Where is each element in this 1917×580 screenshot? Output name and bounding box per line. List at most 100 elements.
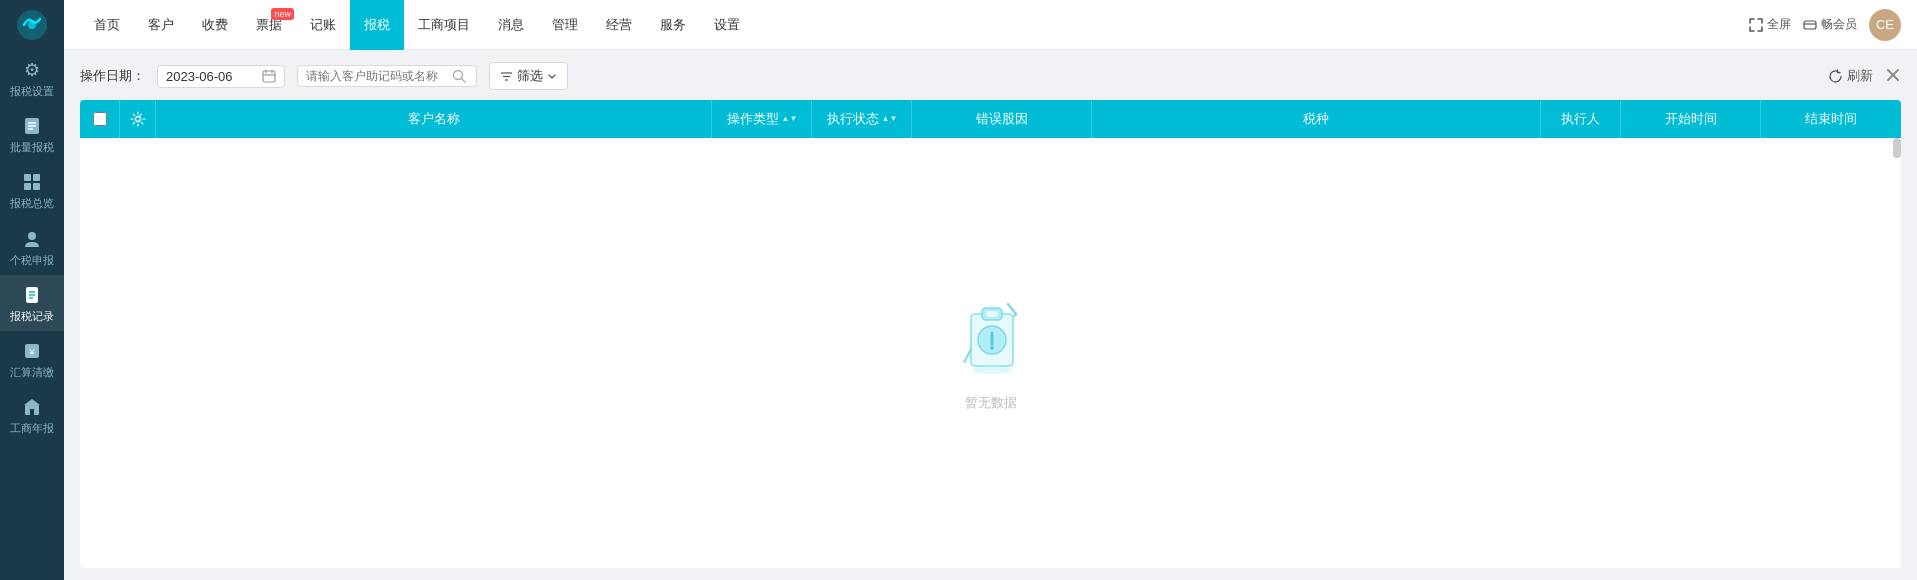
- empty-state: 暂无数据: [926, 274, 1056, 432]
- svg-rect-8: [24, 183, 31, 190]
- svg-point-41: [990, 346, 994, 350]
- search-box[interactable]: [297, 65, 477, 87]
- sidebar-item-gssb[interactable]: 个税申报: [0, 219, 64, 275]
- toolbar: 操作日期：: [80, 62, 1901, 90]
- th-client-label: 客户名称: [408, 110, 460, 128]
- refresh-icon: [1828, 69, 1843, 84]
- sidebar-item-bsz[interactable]: ⚙ 报税设置: [0, 50, 64, 106]
- th-tax: 税种: [1092, 100, 1541, 138]
- nav-mgmt[interactable]: 管理: [538, 0, 592, 50]
- svg-line-27: [462, 79, 466, 83]
- nav-service[interactable]: 服务: [646, 0, 700, 50]
- svg-text:¥: ¥: [28, 347, 35, 357]
- nav-biz-label: 工商项目: [418, 16, 470, 34]
- date-picker[interactable]: [157, 65, 285, 88]
- nav-msg[interactable]: 消息: [484, 0, 538, 50]
- fullscreen-btn[interactable]: 全屏: [1749, 16, 1791, 33]
- th-executor-label: 执行人: [1561, 110, 1600, 128]
- svg-rect-19: [30, 409, 34, 415]
- fullscreen-icon: [1749, 18, 1763, 32]
- close-icon: [1885, 67, 1901, 83]
- filter-button[interactable]: 筛选: [489, 62, 568, 90]
- filter-label: 筛选: [517, 67, 543, 85]
- th-tax-label: 税种: [1303, 110, 1329, 128]
- nav-home-label: 首页: [94, 16, 120, 34]
- settings-icon: ⚙: [20, 58, 44, 82]
- member-icon: [1803, 18, 1817, 32]
- table-wrapper: 客户名称 操作类型 ▲▼ 执行状态 ▲▼ 错误股因 税种 执行人: [80, 100, 1901, 568]
- th-settings[interactable]: [120, 100, 156, 138]
- svg-line-34: [1008, 304, 1016, 314]
- svg-rect-22: [263, 71, 275, 82]
- date-input[interactable]: [166, 69, 256, 84]
- refresh-button[interactable]: 刷新: [1828, 67, 1873, 85]
- avatar[interactable]: CE: [1869, 9, 1901, 41]
- status-sort-icon: ▲▼: [882, 115, 898, 123]
- sidebar-item-gsnn-label: 工商年报: [10, 422, 54, 435]
- nav-mgmt-label: 管理: [552, 16, 578, 34]
- search-input[interactable]: [306, 69, 446, 83]
- close-button[interactable]: [1885, 67, 1901, 86]
- topnav: 首页 客户 收费 票据 new 记账 报税 工商项目 消息: [64, 0, 1917, 50]
- sidebar-item-bszl-label: 报税总览: [10, 197, 54, 210]
- th-status-label: 执行状态: [827, 110, 879, 128]
- table-header: 客户名称 操作类型 ▲▼ 执行状态 ▲▼ 错误股因 税种 执行人: [80, 100, 1901, 138]
- personal-tax-icon: [20, 227, 44, 251]
- nav-account[interactable]: 记账: [296, 0, 350, 50]
- sidebar-item-plbs[interactable]: 批量报税: [0, 106, 64, 162]
- nav-ops-label: 经营: [606, 16, 632, 34]
- avatar-text: CE: [1876, 17, 1894, 32]
- table-body: 暂无数据: [80, 138, 1901, 568]
- svg-rect-20: [1804, 21, 1816, 29]
- nav-invoice[interactable]: 票据 new: [242, 0, 296, 50]
- th-endtime: 结束时间: [1761, 100, 1901, 138]
- sidebar-item-bsjl-label: 报税记录: [10, 310, 54, 323]
- sidebar-item-hssl-label: 汇算清缴: [10, 366, 54, 379]
- fullscreen-label: 全屏: [1767, 16, 1791, 33]
- select-all-checkbox[interactable]: [93, 112, 107, 126]
- sidebar-item-hssl[interactable]: ¥ 汇算清缴: [0, 331, 64, 387]
- nav-tax[interactable]: 报税: [350, 0, 404, 50]
- tax-record-icon: [20, 283, 44, 307]
- sidebar-item-bszl[interactable]: 报税总览: [0, 162, 64, 218]
- nav-service-label: 服务: [660, 16, 686, 34]
- member-label: 畅会员: [1821, 16, 1857, 33]
- nav-msg-label: 消息: [498, 16, 524, 34]
- svg-rect-7: [33, 174, 40, 181]
- chevron-down-icon: [547, 71, 557, 81]
- main-wrapper: 首页 客户 收费 票据 new 记账 报税 工商项目 消息: [64, 0, 1917, 580]
- th-optype[interactable]: 操作类型 ▲▼: [712, 100, 812, 138]
- th-error-label: 错误股因: [976, 110, 1028, 128]
- annual-settle-icon: ¥: [20, 339, 44, 363]
- column-settings-icon: [130, 111, 146, 127]
- th-client: 客户名称: [156, 100, 712, 138]
- sidebar-item-bsjl[interactable]: 报税记录: [0, 275, 64, 331]
- nav-biz[interactable]: 工商项目: [404, 0, 484, 50]
- th-error: 错误股因: [912, 100, 1092, 138]
- sidebar: ⚙ 报税设置 批量报税 报税总览: [0, 0, 64, 580]
- nav-fee-label: 收费: [202, 16, 228, 34]
- nav-settings[interactable]: 设置: [700, 0, 754, 50]
- th-checkbox[interactable]: [80, 100, 120, 138]
- empty-illustration: [946, 294, 1036, 384]
- nav-fee[interactable]: 收费: [188, 0, 242, 50]
- nav-settings-label: 设置: [714, 16, 740, 34]
- th-executor: 执行人: [1541, 100, 1621, 138]
- search-icon: [452, 69, 466, 83]
- nav-ops[interactable]: 经营: [592, 0, 646, 50]
- svg-rect-38: [986, 311, 998, 317]
- nav-home[interactable]: 首页: [80, 0, 134, 50]
- refresh-label: 刷新: [1847, 67, 1873, 85]
- date-label: 操作日期：: [80, 67, 145, 85]
- member-btn[interactable]: 畅会员: [1803, 16, 1857, 33]
- th-endtime-label: 结束时间: [1805, 110, 1857, 128]
- nav-client[interactable]: 客户: [134, 0, 188, 50]
- sidebar-item-gsnn[interactable]: 工商年报: [0, 387, 64, 443]
- th-status[interactable]: 执行状态 ▲▼: [812, 100, 912, 138]
- sidebar-logo: [0, 0, 64, 50]
- calendar-icon: [262, 69, 276, 83]
- scroll-indicator[interactable]: [1893, 138, 1901, 158]
- batch-tax-icon: [20, 114, 44, 138]
- sidebar-item-plbs-label: 批量报税: [10, 141, 54, 154]
- sidebar-item-bsz-label: 报税设置: [10, 85, 54, 98]
